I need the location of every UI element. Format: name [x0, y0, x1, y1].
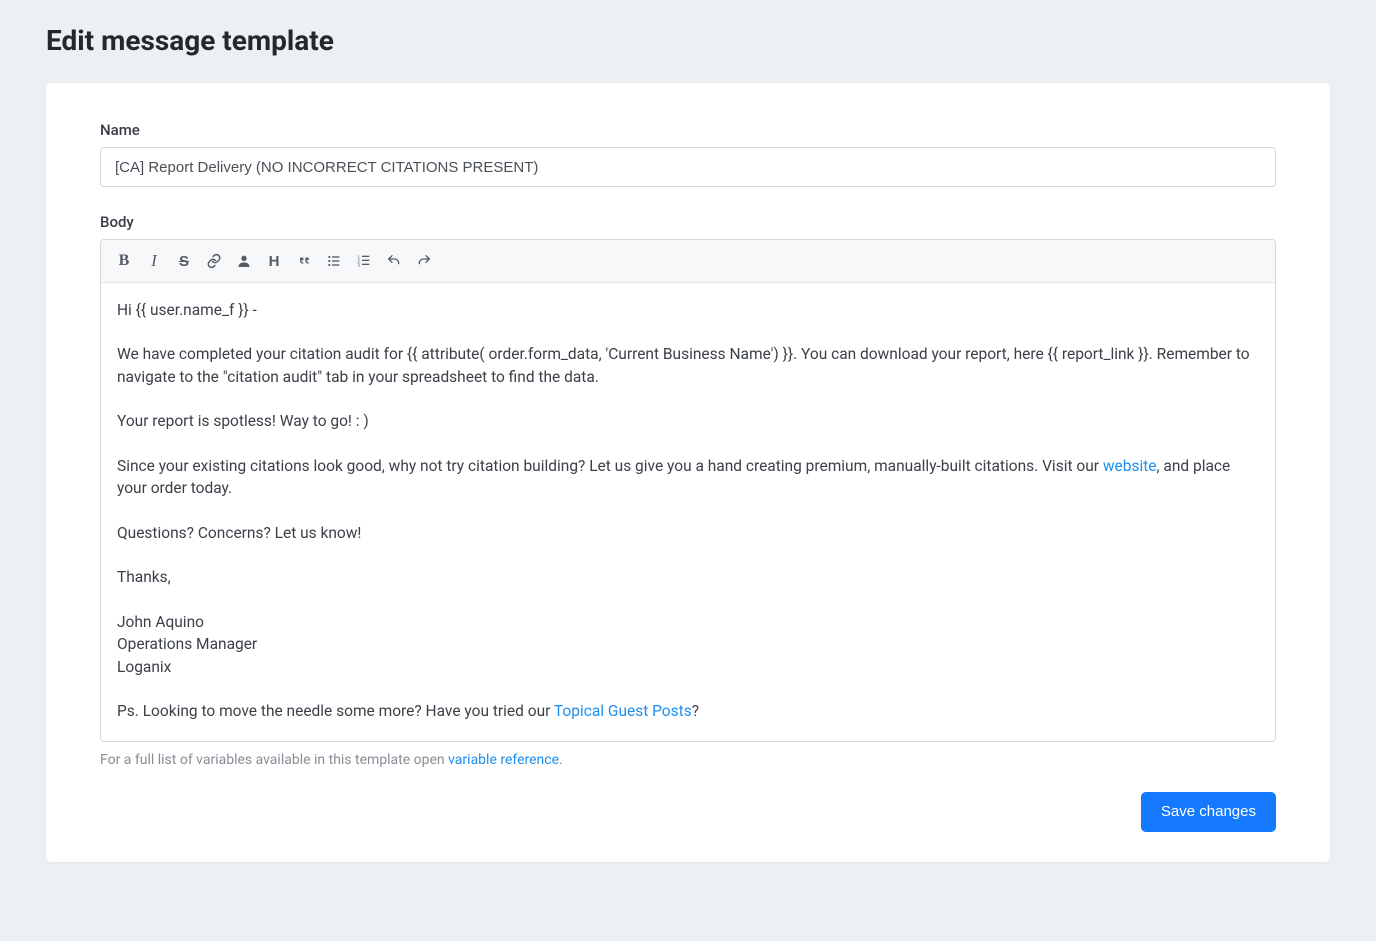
body-line: Since your existing citations look good,… [117, 455, 1259, 500]
strikethrough-button[interactable]: S [169, 246, 199, 276]
quote-icon [296, 253, 312, 269]
website-link[interactable]: website [1103, 457, 1157, 475]
svg-text:3: 3 [357, 262, 360, 267]
signature-name: John Aquino [117, 611, 1259, 633]
signature-title: Operations Manager [117, 633, 1259, 655]
redo-button[interactable] [409, 246, 439, 276]
undo-button[interactable] [379, 246, 409, 276]
bullet-list-icon [326, 253, 342, 269]
user-variable-button[interactable] [229, 246, 259, 276]
name-label: Name [100, 121, 1276, 139]
save-changes-button[interactable]: Save changes [1141, 792, 1276, 832]
body-line: Hi {{ user.name_f }} - [117, 299, 1259, 321]
body-line: Questions? Concerns? Let us know! [117, 522, 1259, 544]
italic-button[interactable]: I [139, 246, 169, 276]
body-editor: B I S H [100, 239, 1276, 742]
body-label: Body [100, 213, 1276, 231]
ordered-list-icon: 123 [356, 253, 372, 269]
link-button[interactable] [199, 246, 229, 276]
link-icon [206, 253, 222, 269]
heading-button[interactable]: H [259, 246, 289, 276]
body-line: Thanks, [117, 566, 1259, 588]
undo-icon [386, 253, 402, 269]
page-title: Edit message template [46, 24, 1330, 57]
name-input[interactable] [100, 147, 1276, 187]
editor-toolbar: B I S H [101, 240, 1275, 283]
topical-guest-posts-link[interactable]: Topical Guest Posts [554, 702, 692, 720]
body-line: Ps. Looking to move the needle some more… [117, 700, 1259, 722]
body-line: We have completed your citation audit fo… [117, 343, 1259, 388]
signature-company: Loganix [117, 656, 1259, 678]
editor-content[interactable]: Hi {{ user.name_f }} - We have completed… [101, 283, 1275, 741]
ordered-list-button[interactable]: 123 [349, 246, 379, 276]
body-line: Your report is spotless! Way to go! : ) [117, 410, 1259, 432]
person-icon [236, 253, 252, 269]
redo-icon [416, 253, 432, 269]
bold-button[interactable]: B [109, 246, 139, 276]
variable-help-text: For a full list of variables available i… [100, 752, 1276, 768]
bullet-list-button[interactable] [319, 246, 349, 276]
edit-template-card: Name Body B I S [46, 83, 1330, 862]
blockquote-button[interactable] [289, 246, 319, 276]
variable-reference-link[interactable]: variable reference [448, 752, 559, 768]
